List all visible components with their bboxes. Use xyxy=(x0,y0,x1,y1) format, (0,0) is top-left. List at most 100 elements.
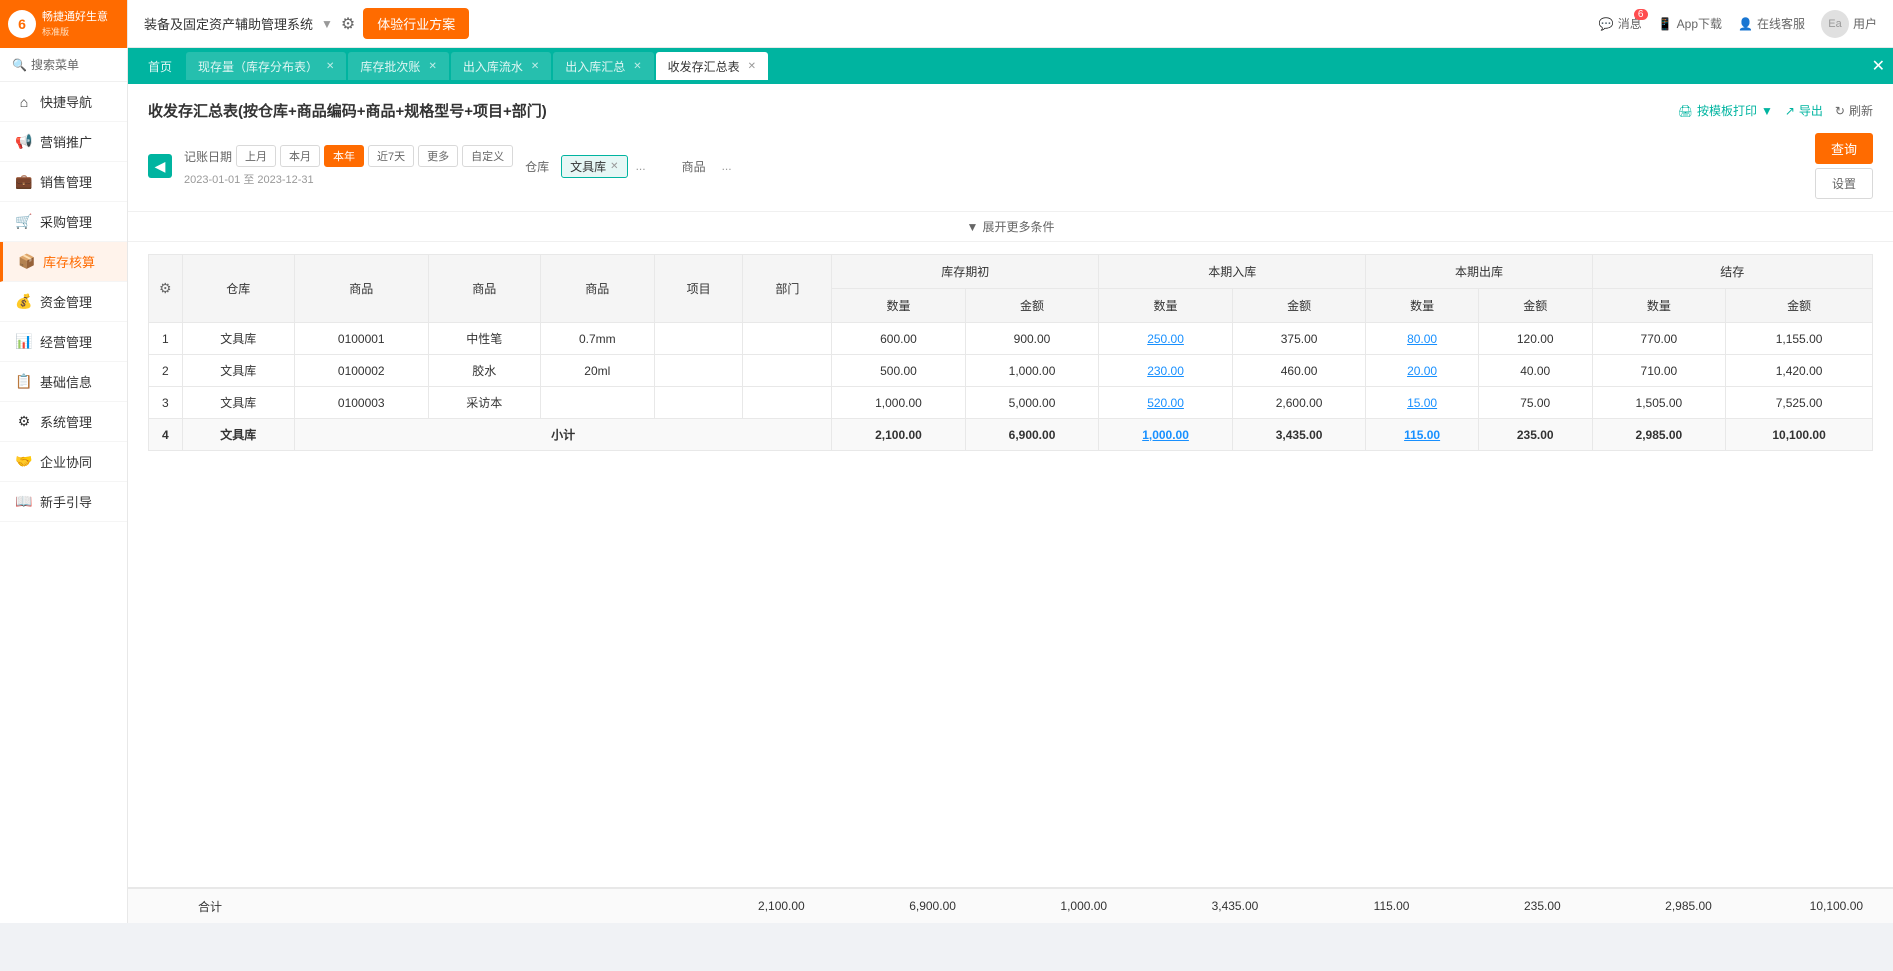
date-more-btn[interactable]: 更多 xyxy=(418,145,458,167)
tab-home[interactable]: 首页 xyxy=(136,52,184,80)
cell-open-amt: 5,000.00 xyxy=(965,387,1099,419)
tab-bar-close-icon[interactable]: ✕ xyxy=(1872,56,1885,76)
out-qty-link[interactable]: 20.00 xyxy=(1407,364,1437,378)
in-qty-link[interactable]: 230.00 xyxy=(1147,364,1184,378)
app-download-button[interactable]: 📱 App下载 xyxy=(1658,15,1722,32)
cell-subtotal-bal-amt: 10,100.00 xyxy=(1726,419,1873,451)
in-qty-link[interactable]: 520.00 xyxy=(1147,396,1184,410)
warehouse-more-button[interactable]: ... xyxy=(632,157,650,175)
main-content: 首页 现存量（库存分布表） ✕ 库存批次账 ✕ 出入库流水 ✕ 出入库汇总 ✕ … xyxy=(128,48,1893,923)
out-qty-link[interactable]: 15.00 xyxy=(1407,396,1437,410)
service-icon: 👤 xyxy=(1738,17,1753,31)
date-custom-btn[interactable]: 自定义 xyxy=(462,145,513,167)
settings-icon[interactable]: ⚙ xyxy=(341,14,355,34)
expand-more-button[interactable]: ▼ 展开更多条件 xyxy=(967,218,1055,235)
expand-more-row: ▼ 展开更多条件 xyxy=(128,212,1893,242)
cell-out-qty[interactable]: 80.00 xyxy=(1366,323,1478,355)
date-7days-btn[interactable]: 近7天 xyxy=(368,145,414,167)
date-prev-month-btn[interactable]: 上月 xyxy=(236,145,276,167)
in-qty-link[interactable]: 250.00 xyxy=(1147,332,1184,346)
tab-inventory-distribution[interactable]: 现存量（库存分布表） ✕ xyxy=(186,52,346,80)
setting-button[interactable]: 设置 xyxy=(1815,168,1873,199)
cell-project xyxy=(654,387,743,419)
cell-dept xyxy=(743,323,832,355)
page-header: 收发存汇总表(按仓库+商品编码+商品+规格型号+项目+部门) 🖨 按模板打印 ▼… xyxy=(128,84,1893,121)
sidebar-item-finance[interactable]: 💰 资金管理 xyxy=(0,282,127,322)
cell-subtotal-out-qty[interactable]: 115.00 xyxy=(1366,419,1478,451)
tab-in-out-summary[interactable]: 出入库汇总 ✕ xyxy=(553,52,653,80)
warehouse-tag-remove-icon[interactable]: ✕ xyxy=(610,161,618,172)
table-row: 1 文具库 0100001 中性笔 0.7mm 600.00 900.00 25… xyxy=(149,323,1873,355)
sidebar-item-guide[interactable]: 📖 新手引导 xyxy=(0,482,127,522)
sidebar-item-purchase[interactable]: 🛒 采购管理 xyxy=(0,202,127,242)
th-balance-group: 结存 xyxy=(1592,255,1872,289)
sidebar-item-label: 营销推广 xyxy=(40,132,92,151)
cell-subtotal-in-qty[interactable]: 1,000.00 xyxy=(1099,419,1233,451)
sidebar-item-quick-nav[interactable]: ⌂ 快捷导航 xyxy=(0,82,127,122)
operation-icon: 📊 xyxy=(16,334,32,350)
trial-button[interactable]: 体验行业方案 xyxy=(363,8,469,39)
message-button[interactable]: 💬 消息 6 xyxy=(1599,15,1642,32)
cell-warehouse: 文具库 xyxy=(182,387,294,419)
sidebar-item-inventory[interactable]: 📦 库存核算 xyxy=(0,242,127,282)
tab-close-icon[interactable]: ✕ xyxy=(531,61,539,72)
tab-receipt-summary[interactable]: 收发存汇总表 ✕ xyxy=(656,52,768,80)
out-qty-link[interactable]: 80.00 xyxy=(1407,332,1437,346)
date-cur-year-btn[interactable]: 本年 xyxy=(324,145,364,167)
subtotal-out-qty-link[interactable]: 115.00 xyxy=(1404,428,1440,442)
tab-close-icon[interactable]: ✕ xyxy=(748,61,756,72)
subtotal-in-qty-link[interactable]: 1,000.00 xyxy=(1142,428,1189,442)
cell-subtotal-warehouse: 文具库 xyxy=(182,419,294,451)
cell-out-amt: 75.00 xyxy=(1478,387,1592,419)
sidebar-item-basic[interactable]: 📋 基础信息 xyxy=(0,362,127,402)
cell-in-qty[interactable]: 520.00 xyxy=(1099,387,1233,419)
search-icon: 🔍 xyxy=(12,58,27,72)
refresh-button[interactable]: ↻ 刷新 xyxy=(1835,102,1873,119)
th-out-group: 本期出库 xyxy=(1366,255,1592,289)
sidebar-item-operation[interactable]: 📊 经营管理 xyxy=(0,322,127,362)
cell-goods-name: 胶水 xyxy=(428,355,540,387)
sidebar-item-marketing[interactable]: 📢 营销推广 xyxy=(0,122,127,162)
cell-in-qty[interactable]: 230.00 xyxy=(1099,355,1233,387)
cell-out-qty[interactable]: 20.00 xyxy=(1366,355,1478,387)
tab-in-out-flow[interactable]: 出入库流水 ✕ xyxy=(451,52,551,80)
tab-label: 出入库汇总 xyxy=(565,58,625,75)
cell-out-amt: 120.00 xyxy=(1478,323,1592,355)
cell-no: 2 xyxy=(149,355,183,387)
marketing-icon: 📢 xyxy=(16,134,32,150)
tab-close-icon[interactable]: ✕ xyxy=(326,61,334,72)
app-name: 畅捷通好生意 xyxy=(42,10,108,24)
filter-bar: ◀ 记账日期 上月 本月 本年 近7天 更多 自定义 2023-01-01 至 … xyxy=(128,121,1893,212)
tab-label: 库存批次账 xyxy=(360,58,420,75)
sidebar-item-system[interactable]: ⚙ 系统管理 xyxy=(0,402,127,442)
cell-out-qty[interactable]: 15.00 xyxy=(1366,387,1478,419)
app-download-label: App下载 xyxy=(1677,15,1722,32)
date-cur-month-btn[interactable]: 本月 xyxy=(280,145,320,167)
tab-batch-ledger[interactable]: 库存批次账 ✕ xyxy=(348,52,448,80)
tab-close-icon[interactable]: ✕ xyxy=(633,61,641,72)
sidebar-item-label: 资金管理 xyxy=(40,292,92,311)
tab-close-icon[interactable]: ✕ xyxy=(428,61,436,72)
print-button[interactable]: 🖨 按模板打印 ▼ xyxy=(1678,102,1773,119)
cell-goods-name: 采访本 xyxy=(428,387,540,419)
search-menu[interactable]: 🔍 搜索菜单 xyxy=(0,48,127,82)
export-button[interactable]: ↗ 导出 xyxy=(1785,102,1823,119)
sidebar-item-label: 采购管理 xyxy=(40,212,92,231)
system-dropdown-icon[interactable]: ▼ xyxy=(321,17,333,31)
cell-in-qty[interactable]: 250.00 xyxy=(1099,323,1233,355)
cell-bal-qty: 770.00 xyxy=(1592,323,1726,355)
th-opening-group: 库存期初 xyxy=(832,255,1099,289)
cell-subtotal-open-qty: 2,100.00 xyxy=(832,419,966,451)
online-service-button[interactable]: 👤 在线客服 xyxy=(1738,15,1805,32)
cell-subtotal-open-amt: 6,900.00 xyxy=(965,419,1099,451)
query-button[interactable]: 查询 xyxy=(1815,133,1873,164)
sidebar-item-sales[interactable]: 💼 销售管理 xyxy=(0,162,127,202)
sidebar-item-cooperation[interactable]: 🤝 企业协同 xyxy=(0,442,127,482)
page-actions: 🖨 按模板打印 ▼ ↗ 导出 ↻ 刷新 xyxy=(1678,102,1873,119)
footer-in-amt: 3,435.00 xyxy=(1117,899,1268,913)
table-settings-icon[interactable]: ⚙ xyxy=(159,280,172,296)
user-menu[interactable]: Ea 用户 xyxy=(1821,10,1877,38)
filter-expand-button[interactable]: ◀ xyxy=(148,154,172,178)
warehouse-filter-label: 仓库 xyxy=(525,158,549,175)
goods-more-button[interactable]: ... xyxy=(718,157,736,175)
